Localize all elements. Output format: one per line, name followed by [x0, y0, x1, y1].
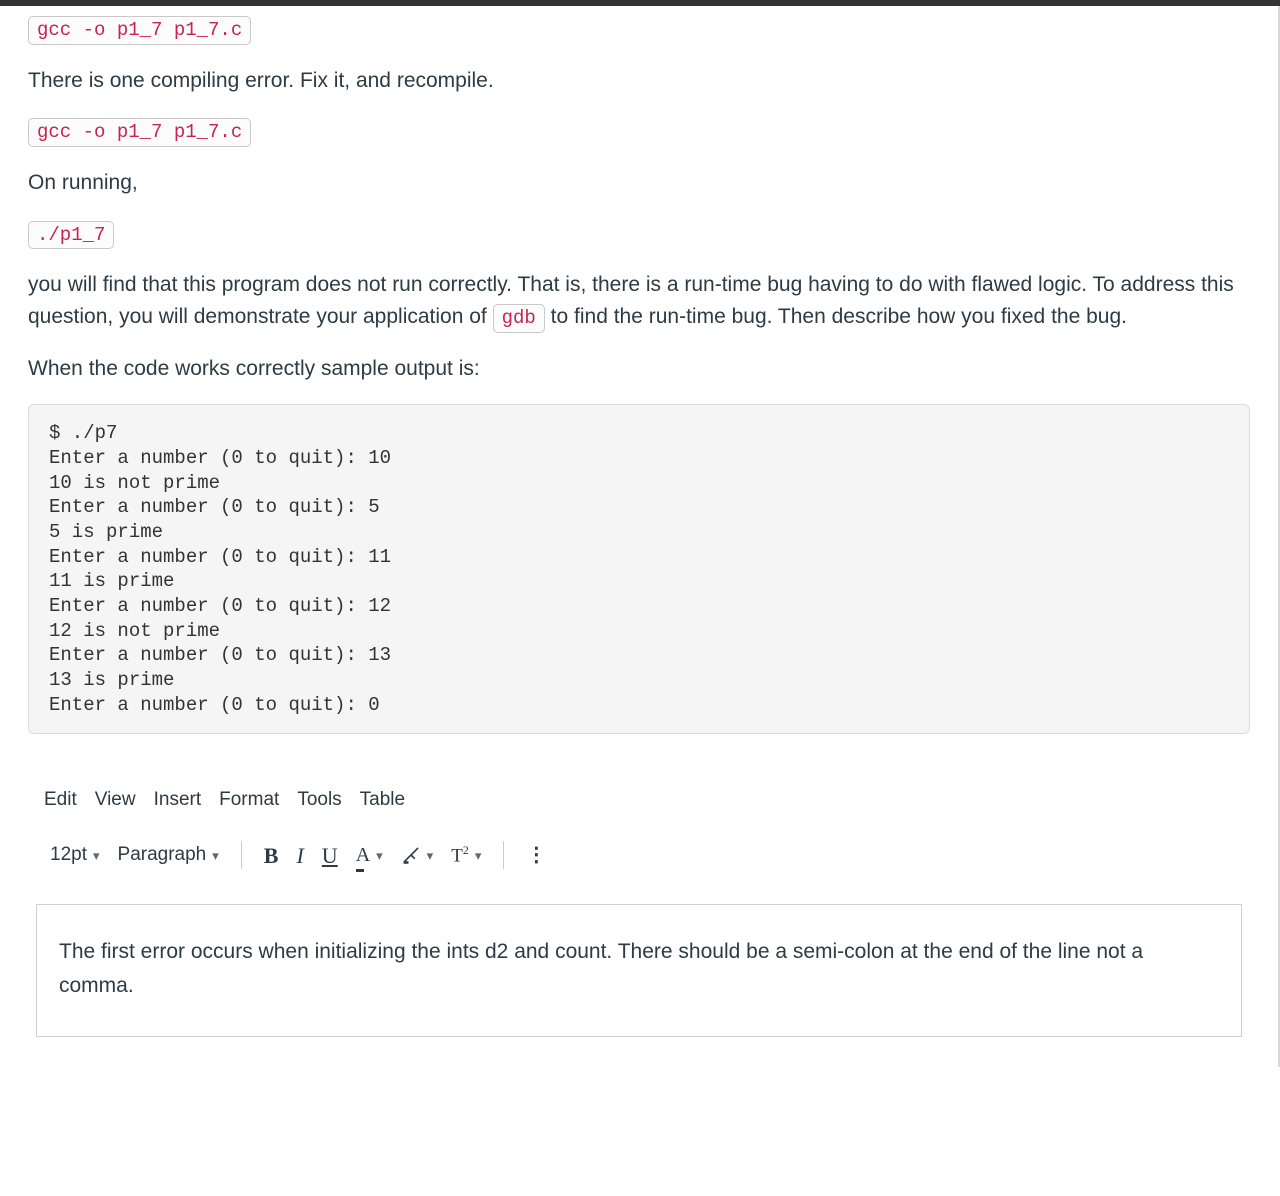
rich-text-editor: Edit View Insert Format Tools Table 12pt… — [28, 774, 1250, 1037]
chevron-down-icon: ▾ — [427, 846, 434, 866]
superscript-dropdown[interactable]: T2 ▾ — [445, 837, 487, 875]
menu-table[interactable]: Table — [360, 786, 405, 815]
code-compile-1: gcc -o p1_7 p1_7.c — [28, 16, 251, 45]
instruction-sample-output-heading: When the code works correctly sample out… — [28, 353, 1250, 385]
instruction-on-running: On running, — [28, 167, 1250, 199]
sample-output-block: $ ./p7 Enter a number (0 to quit): 10 10… — [28, 404, 1250, 734]
code-compile-2: gcc -o p1_7 p1_7.c — [28, 118, 251, 147]
chevron-down-icon: ▾ — [376, 846, 383, 866]
font-size-dropdown[interactable]: 12pt ▾ — [44, 837, 106, 874]
menu-insert[interactable]: Insert — [154, 786, 202, 815]
chevron-down-icon: ▾ — [475, 846, 482, 866]
code-gdb: gdb — [493, 304, 545, 333]
text-color-dropdown[interactable]: A ▾ — [350, 836, 389, 874]
italic-button[interactable]: I — [290, 835, 309, 876]
editor-menubar: Edit View Insert Format Tools Table — [36, 774, 1242, 827]
underline-button[interactable]: U — [316, 835, 344, 876]
menu-edit[interactable]: Edit — [44, 786, 77, 815]
chevron-down-icon: ▾ — [212, 846, 219, 866]
chevron-down-icon: ▾ — [93, 846, 100, 866]
bold-button[interactable]: B — [258, 835, 285, 876]
menu-view[interactable]: View — [95, 786, 136, 815]
more-options-button[interactable]: ⋮ — [520, 836, 553, 874]
instruction-fix-error: There is one compiling error. Fix it, an… — [28, 65, 1250, 97]
font-size-label: 12pt — [50, 841, 87, 870]
superscript-icon: T2 — [451, 841, 469, 871]
block-format-dropdown[interactable]: Paragraph ▾ — [112, 837, 225, 874]
toolbar-divider — [503, 841, 504, 869]
editor-toolbar: 12pt ▾ Paragraph ▾ B I U A ▾ — [36, 827, 1242, 892]
code-run: ./p1_7 — [28, 221, 114, 250]
answer-text-area[interactable]: The first error occurs when initializing… — [36, 904, 1242, 1037]
answer-text: The first error occurs when initializing… — [59, 940, 1143, 997]
instruction-runtime-bug-b: to find the run-time bug. Then describe … — [545, 305, 1127, 328]
question-content: gcc -o p1_7 p1_7.c There is one compilin… — [0, 6, 1280, 1067]
highlight-icon — [401, 845, 421, 865]
block-format-label: Paragraph — [118, 841, 207, 870]
menu-tools[interactable]: Tools — [297, 786, 341, 815]
instruction-runtime-bug: you will find that this program does not… — [28, 269, 1250, 332]
highlight-color-dropdown[interactable]: ▾ — [395, 841, 440, 869]
menu-format[interactable]: Format — [219, 786, 279, 815]
text-color-icon: A — [356, 840, 370, 870]
toolbar-divider — [241, 841, 242, 869]
